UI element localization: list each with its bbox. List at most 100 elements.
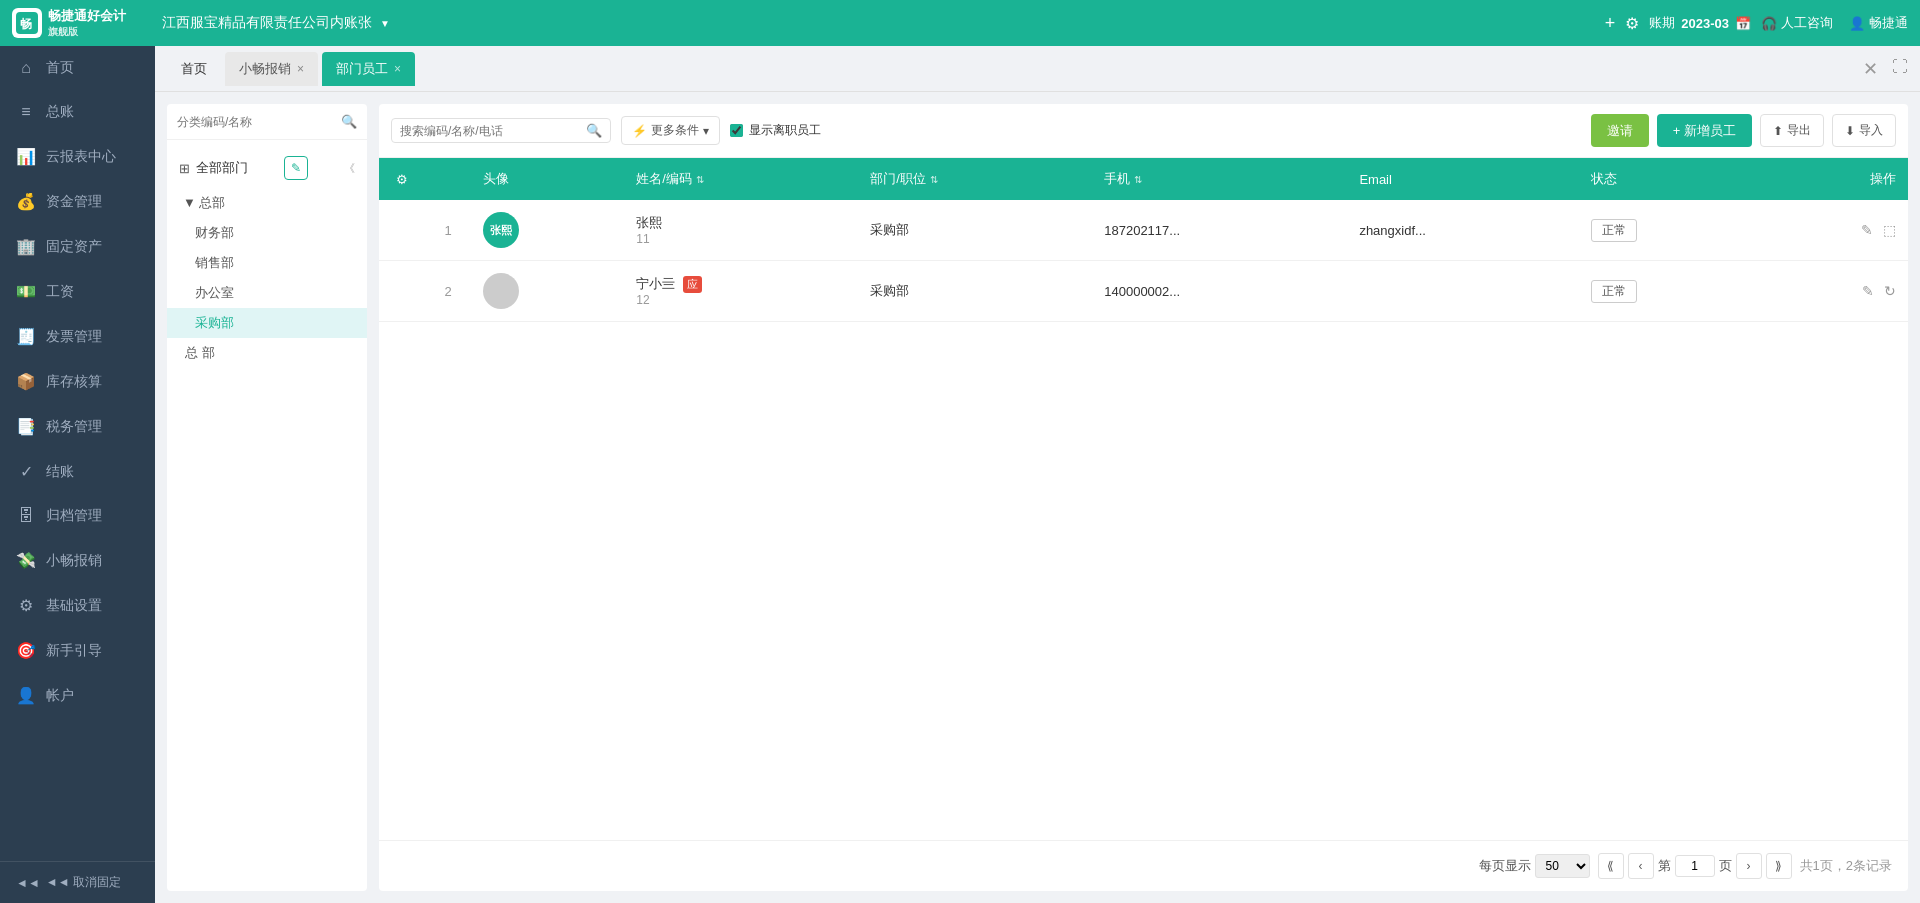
home-icon: ⌂ <box>16 59 36 77</box>
sidebar-item-settings[interactable]: ⚙ 基础设置 <box>0 583 155 628</box>
prev-page-btn[interactable]: ‹ <box>1628 853 1654 879</box>
topbar-right: 🎧 人工咨询 👤 畅捷通 <box>1761 14 1908 32</box>
sidebar-item-funds[interactable]: 💰 资金管理 <box>0 179 155 224</box>
col-phone-label: 手机 <box>1104 170 1130 188</box>
sidebar-item-tax[interactable]: 📑 税务管理 <box>0 404 155 449</box>
dept-finance[interactable]: 财务部 <box>167 218 367 248</box>
next-page-btn[interactable]: › <box>1736 853 1762 879</box>
show-resigned-toggle[interactable]: 显示离职员工 <box>730 122 821 139</box>
tab-bar: 首页 小畅报销 × 部门员工 × ✕ ⛶ <box>155 46 1920 92</box>
emp2-delete-icon[interactable]: ↻ <box>1884 283 1896 299</box>
avatar-zhang: 张熙 <box>483 212 519 248</box>
company-selector[interactable]: 江西服宝精品有限责任公司内账张 ▼ <box>162 14 1595 32</box>
tab-dept-emp-close[interactable]: × <box>394 62 401 76</box>
sidebar-label-assets: 固定资产 <box>46 238 102 256</box>
pin-sidebar-btn[interactable]: ◄◄ ◄◄ 取消固定 <box>0 862 155 903</box>
add-emp-btn[interactable]: + 新增员工 <box>1657 114 1752 147</box>
salary-icon: 💵 <box>16 282 36 301</box>
emp-panel: 🔍 ⚡ 更多条件 ▾ 显示离职员工 邀请 + 新增员工 <box>379 104 1908 891</box>
service-btn[interactable]: 🎧 人工咨询 <box>1761 14 1833 32</box>
tab-expense-close[interactable]: × <box>297 62 304 76</box>
emp1-code: 11 <box>636 232 846 246</box>
archive-icon: 🗄 <box>16 507 36 525</box>
filter-btn[interactable]: ⚡ 更多条件 ▾ <box>621 116 720 145</box>
sidebar-item-guide[interactable]: 🎯 新手引导 <box>0 628 155 673</box>
row2-status: 正常 <box>1579 261 1758 322</box>
last-page-btn[interactable]: ⟫ <box>1766 853 1792 879</box>
dept-purchase[interactable]: 采购部 <box>167 308 367 338</box>
dept-edit-btn[interactable]: ✎ <box>284 156 308 180</box>
close-window-icon[interactable]: ✕ <box>1863 58 1878 80</box>
sidebar-item-assets[interactable]: 🏢 固定资产 <box>0 224 155 269</box>
col-dept-sort-icon[interactable]: ⇅ <box>930 174 938 185</box>
svg-text:畅: 畅 <box>20 17 32 31</box>
col-phone-sort-icon[interactable]: ⇅ <box>1134 174 1142 185</box>
tab-expense-label: 小畅报销 <box>239 60 291 78</box>
row1-settings <box>379 200 425 261</box>
dept-hq2[interactable]: 总 部 <box>167 338 367 368</box>
dept-collapse-btn[interactable]: 《 <box>344 161 355 176</box>
dept-office[interactable]: 办公室 <box>167 278 367 308</box>
sidebar-item-expense[interactable]: 💸 小畅报销 <box>0 538 155 583</box>
sidebar-item-account[interactable]: 👤 帐户 <box>0 673 155 718</box>
col-header-name[interactable]: 姓名/编码 ⇅ <box>624 158 858 200</box>
row1-email: zhangxidf... <box>1347 200 1578 261</box>
period-selector[interactable]: 账期 2023-03 📅 <box>1649 14 1751 32</box>
page-input[interactable] <box>1675 855 1715 877</box>
col-header-settings[interactable]: ⚙ <box>379 158 425 200</box>
row1-avatar: 张熙 <box>471 200 624 261</box>
col-header-dept[interactable]: 部门/职位 ⇅ <box>858 158 1092 200</box>
calendar-icon[interactable]: 📅 <box>1735 16 1751 31</box>
topbar: 畅 畅捷通好会计 旗舰版 江西服宝精品有限责任公司内账张 ▼ + ⚙ 账期 20… <box>0 0 1920 46</box>
tab-home[interactable]: 首页 <box>167 52 221 86</box>
tab-dept-emp[interactable]: 部门员工 × <box>322 52 415 86</box>
dept-sales[interactable]: 销售部 <box>167 248 367 278</box>
per-page-selector[interactable]: 每页显示 50 20 100 <box>1479 854 1590 878</box>
dept-hq[interactable]: ▼ 总部 <box>167 188 367 218</box>
col-name-sort-icon[interactable]: ⇅ <box>696 174 704 185</box>
service-label: 人工咨询 <box>1781 14 1833 32</box>
add-company-icon[interactable]: + <box>1605 13 1616 34</box>
sidebar-item-ledger[interactable]: ≡ 总账 <box>0 90 155 134</box>
emp-search-input[interactable] <box>400 124 580 138</box>
emp2-edit-icon[interactable]: ✎ <box>1862 283 1874 299</box>
import-icon: ⬇ <box>1845 124 1855 138</box>
user-menu[interactable]: 👤 畅捷通 <box>1849 14 1908 32</box>
sidebar-label-home: 首页 <box>46 59 74 77</box>
col-settings-icon[interactable]: ⚙ <box>396 172 408 187</box>
import-btn[interactable]: ⬇ 导入 <box>1832 114 1896 147</box>
emp1-name: 张熙 <box>636 214 846 232</box>
row1-phone: 187202117... <box>1092 200 1347 261</box>
sidebar-item-invoice[interactable]: 🧾 发票管理 <box>0 314 155 359</box>
col-header-phone[interactable]: 手机 ⇅ <box>1092 158 1347 200</box>
settings-icon[interactable]: ⚙ <box>1625 14 1639 33</box>
first-page-btn[interactable]: ⟪ <box>1598 853 1624 879</box>
sidebar-item-checkout[interactable]: ✓ 结账 <box>0 449 155 494</box>
company-dropdown-icon[interactable]: ▼ <box>380 18 390 29</box>
emp2-name: 宁小亖 <box>636 275 675 293</box>
row2-actions: ✎ ↻ <box>1757 261 1908 322</box>
per-page-select[interactable]: 50 20 100 <box>1535 854 1590 878</box>
emp1-logout-icon[interactable]: ⬚ <box>1883 222 1896 238</box>
emp1-edit-icon[interactable]: ✎ <box>1861 222 1873 238</box>
pagination: 每页显示 50 20 100 ⟪ ‹ 第 页 › <box>379 840 1908 891</box>
invite-btn[interactable]: 邀请 <box>1591 114 1649 147</box>
sidebar-item-reports[interactable]: 📊 云报表中心 <box>0 134 155 179</box>
tab-expense[interactable]: 小畅报销 × <box>225 52 318 86</box>
inventory-icon: 📦 <box>16 372 36 391</box>
sidebar-item-archive[interactable]: 🗄 归档管理 <box>0 494 155 538</box>
sidebar-item-home[interactable]: ⌂ 首页 <box>0 46 155 90</box>
dept-search-icon[interactable]: 🔍 <box>341 114 357 129</box>
row2-num: 2 <box>425 261 471 322</box>
assets-icon: 🏢 <box>16 237 36 256</box>
sidebar-item-inventory[interactable]: 📦 库存核算 <box>0 359 155 404</box>
dept-all-item[interactable]: ⊞ 全部部门 ✎ 《 <box>167 148 367 188</box>
sidebar-item-salary[interactable]: 💵 工资 <box>0 269 155 314</box>
logo-icon: 畅 <box>12 8 42 38</box>
emp-search-icon[interactable]: 🔍 <box>586 123 602 138</box>
dept-search-input[interactable] <box>177 115 335 129</box>
maximize-icon[interactable]: ⛶ <box>1892 58 1908 80</box>
dept-all-label: 全部部门 <box>196 159 248 177</box>
export-btn[interactable]: ⬆ 导出 <box>1760 114 1824 147</box>
show-resigned-checkbox[interactable] <box>730 124 743 137</box>
